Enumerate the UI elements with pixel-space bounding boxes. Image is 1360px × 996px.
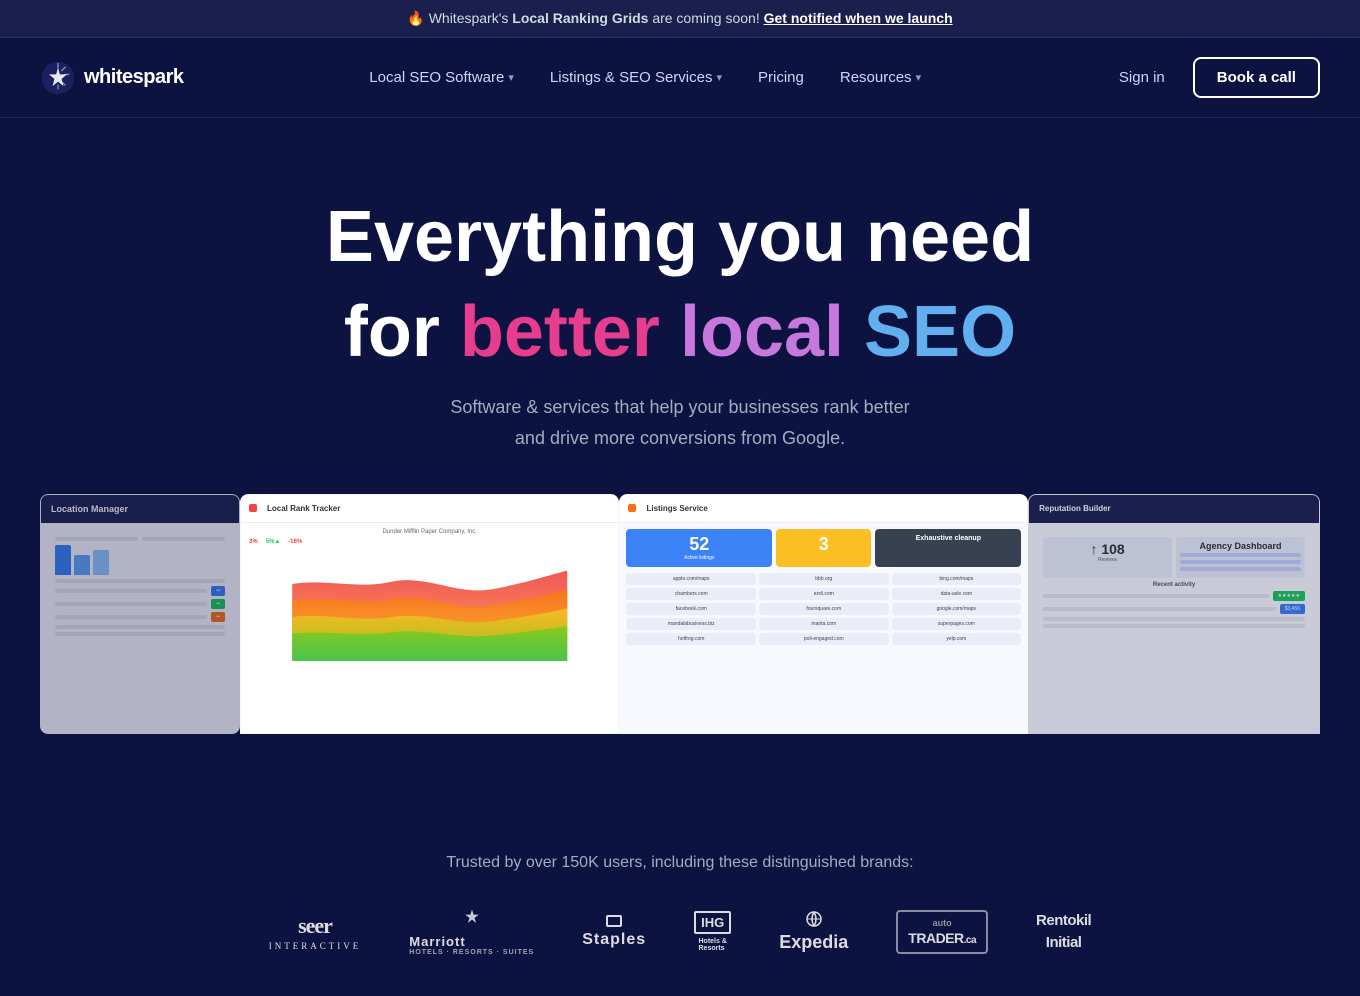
logo-text: whitespark (84, 66, 183, 89)
brand-logos: seer interactive Marriott HOTELS · RESOR… (40, 908, 1320, 956)
sign-in-button[interactable]: Sign in (1107, 61, 1177, 94)
announcement-bold: Local Ranking Grids (512, 10, 652, 26)
chevron-down-icon: ▾ (508, 71, 514, 84)
logo[interactable]: whitespark (40, 60, 183, 96)
brand-ihg: IHG Hotels & Resorts (694, 911, 731, 952)
header-actions: Sign in Book a call (1107, 57, 1320, 98)
brand-rentokil: Rentokil Initial (1036, 911, 1091, 952)
marriott-icon (462, 908, 482, 928)
header: whitespark Local SEO Software ▾ Listings… (0, 38, 1360, 118)
announcement-text2: are coming soon! (652, 10, 759, 26)
screenshot-rank-tracker: Local Rank Tracker Dunder Mifflin Paper … (240, 494, 619, 734)
brand-expedia: Expedia (779, 911, 848, 953)
hero-subtitle: Software & services that help your busin… (40, 392, 1320, 453)
platform-title: Location Manager (51, 504, 128, 514)
screenshot-local-platform: Location Manager •• (40, 494, 240, 734)
nav-resources[interactable]: Resources ▾ (824, 61, 937, 94)
screenshots-strip: Location Manager •• (40, 494, 1320, 734)
trusted-text: Trusted by over 150K users, including th… (40, 854, 1320, 872)
brand-marriott: Marriott HOTELS · RESORTS · SUITES (409, 908, 534, 956)
nav-local-seo-software[interactable]: Local SEO Software ▾ (353, 61, 530, 94)
nav-pricing[interactable]: Pricing (742, 61, 820, 94)
brand-seer-interactive: seer interactive (269, 913, 362, 951)
announcement-emoji: 🔥 (407, 10, 424, 26)
nav-listings-services[interactable]: Listings & SEO Services ▾ (534, 61, 738, 94)
logo-icon (40, 60, 76, 96)
hero-section: Everything you need for better local SEO… (0, 118, 1360, 794)
brand-staples: Staples (582, 915, 646, 949)
hero-for-text: for (344, 292, 460, 372)
hero-seo-text: SEO (844, 292, 1016, 372)
rank-tracker-title: Local Rank Tracker (267, 504, 340, 513)
hero-better-text: better (460, 292, 660, 372)
book-call-button[interactable]: Book a call (1193, 57, 1320, 98)
chevron-down-icon: ▾ (916, 71, 922, 84)
main-nav: Local SEO Software ▾ Listings & SEO Serv… (353, 61, 937, 94)
chevron-down-icon: ▾ (716, 71, 722, 84)
brand-autotrader: auto TRADER.ca (896, 910, 988, 954)
trusted-section: Trusted by over 150K users, including th… (0, 794, 1360, 996)
announcement-brand: Whitespark's (429, 10, 509, 26)
listings-title: Listings Service (646, 504, 707, 513)
announcement-link[interactable]: Get notified when we launch (764, 10, 953, 26)
hero-title-line2: for better local SEO (40, 293, 1320, 372)
announcement-bar: 🔥 Whitespark's Local Ranking Grids are c… (0, 0, 1360, 38)
area-chart (249, 551, 610, 661)
reputation-title: Reputation Builder (1039, 504, 1111, 513)
hero-local-text: local (660, 292, 844, 372)
screenshot-listings-service: Listings Service 52 Active listings 3 E (619, 494, 1028, 734)
expedia-icon (806, 911, 822, 927)
hero-title-line1: Everything you need (40, 198, 1320, 277)
screenshot-reputation-builder: Reputation Builder ↑ 108 Reviews Agency … (1028, 494, 1320, 734)
